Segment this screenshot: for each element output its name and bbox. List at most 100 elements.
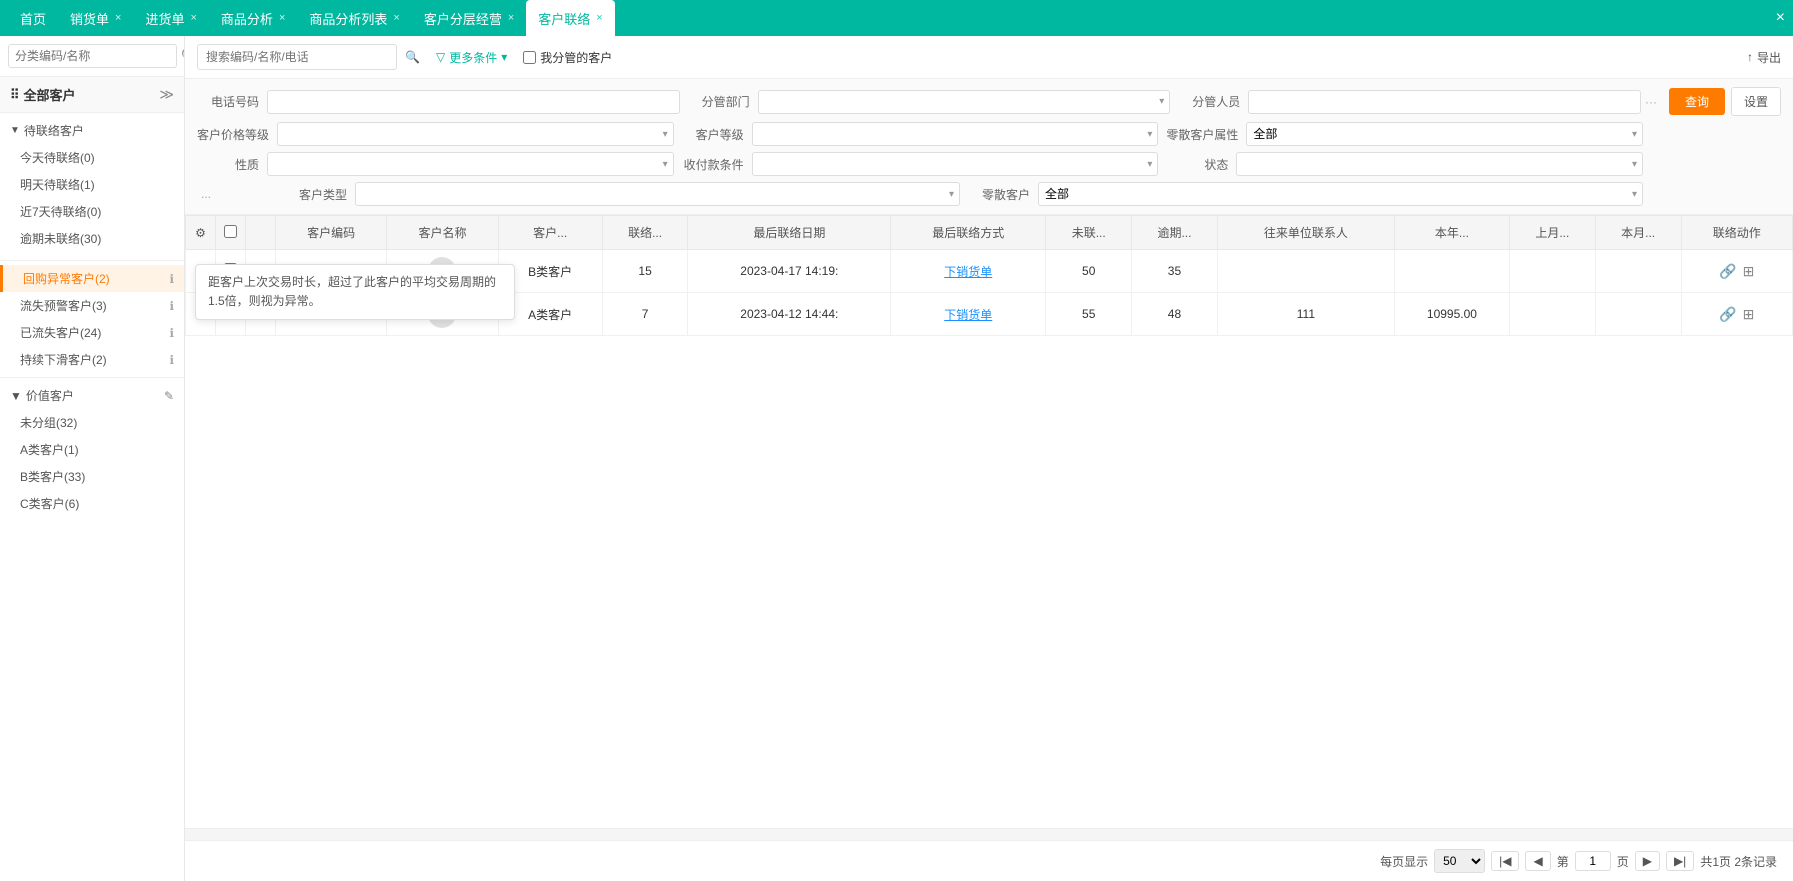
page-number-input[interactable] (1575, 851, 1611, 871)
col-customer-name: 客户名称 (387, 216, 498, 250)
row-this-month-0 (1595, 250, 1681, 293)
page-size-select[interactable]: 50 100 200 (1434, 849, 1485, 873)
action-link-icon-0[interactable]: 🔗 (1719, 263, 1736, 280)
status-select[interactable] (1236, 152, 1643, 176)
sidebar-class-a[interactable]: A类客户(1) (0, 436, 184, 463)
sidebar-tomorrow-contact[interactable]: 明天待联络(1) (0, 171, 184, 198)
col-customer-type: 客户... (498, 216, 602, 250)
select-all-checkbox[interactable] (224, 225, 237, 238)
chevron-down-icon: ▾ (501, 50, 507, 64)
row-not-contacted-0: 50 (1046, 250, 1132, 293)
action-link-icon-1[interactable]: 🔗 (1719, 306, 1736, 323)
next-page-button[interactable]: ▶ (1635, 851, 1660, 871)
prev-page-button[interactable]: ◀ (1525, 851, 1550, 871)
row-last-date-1: 2023-04-12 14:44: (688, 293, 891, 336)
row-last-month-1 (1509, 293, 1595, 336)
info-icon-4: ℹ (169, 353, 174, 367)
action-grid-icon-0[interactable]: ⊞ (1743, 263, 1755, 280)
sidebar-overdue-contact[interactable]: 逾期未联络(30) (0, 225, 184, 252)
close-product-list-icon[interactable]: × (393, 12, 399, 24)
close-purchase-icon[interactable]: × (190, 12, 196, 24)
nav-customer-contact[interactable]: 客户联络 × (526, 0, 614, 36)
close-customer-contact-icon[interactable]: × (596, 12, 602, 24)
sidebar-class-b[interactable]: B类客户(33) (0, 463, 184, 490)
payment-select[interactable] (752, 152, 1159, 176)
gender-select[interactable] (267, 152, 674, 176)
col-customer-code: 客户编码 (276, 216, 387, 250)
search-input[interactable] (197, 44, 397, 70)
retail-attr-select[interactable]: 全部 (1246, 122, 1643, 146)
grid-icon: ⠿ (10, 87, 20, 103)
close-product-analysis-icon[interactable]: × (279, 12, 285, 24)
sidebar-search-input[interactable] (8, 44, 177, 68)
customer-level-select[interactable] (752, 122, 1159, 146)
row-last-month-0 (1509, 250, 1595, 293)
retail-customer-select-wrap: 全部 ▾ (1038, 182, 1643, 206)
horizontal-scrollbar[interactable] (185, 828, 1793, 840)
settings-button[interactable]: 设置 (1731, 87, 1781, 116)
phone-input[interactable] (267, 90, 680, 114)
status-field: 状态 ▾ (1166, 152, 1643, 176)
sidebar-collapse-button[interactable]: ≫ (159, 86, 174, 103)
row-contact-person-0 (1217, 250, 1394, 293)
more-dots-icon[interactable]: ... (197, 187, 215, 201)
last-page-button[interactable]: ▶| (1666, 851, 1694, 871)
sidebar-class-c[interactable]: C类客户(6) (0, 490, 184, 517)
nav-home[interactable]: 首页 (8, 0, 58, 36)
person-input[interactable] (1248, 90, 1641, 114)
row-this-year-1: 10995.00 (1394, 293, 1509, 336)
row-contact-person-1: 111 (1217, 293, 1394, 336)
col-action: 联络动作 (1681, 216, 1792, 250)
filter-row-4: ... 客户类型 ▾ 零散客户 全部 ▾ (197, 182, 1781, 206)
close-all-tabs[interactable]: × (1776, 9, 1785, 27)
nav-customer-tier[interactable]: 客户分层经营 × (412, 0, 526, 36)
close-customer-tier-icon[interactable]: × (508, 12, 514, 24)
my-customers-checkbox[interactable]: 我分管的客户 (523, 49, 612, 66)
payment-field: 收付款条件 ▾ (682, 152, 1159, 176)
dept-select[interactable] (758, 90, 1171, 114)
customer-level-field: 客户等级 ▾ (682, 122, 1159, 146)
search-icon[interactable]: 🔍 (405, 50, 420, 64)
price-level-select[interactable] (277, 122, 674, 146)
first-page-button[interactable]: |◀ (1491, 851, 1519, 871)
nav-product-list[interactable]: 商品分析列表 × (297, 0, 411, 36)
action-grid-icon-1[interactable]: ⊞ (1743, 306, 1755, 323)
info-icon-3: ℹ (169, 326, 174, 340)
edit-value-group-icon[interactable]: ✎ (164, 389, 174, 403)
table-header-row: ⚙ 客户编码 客户名称 客户... (186, 216, 1793, 250)
sidebar-declining[interactable]: 持续下滑客户(2) ℹ (0, 346, 184, 373)
col-last-contact-date: 最后联络日期 (688, 216, 891, 250)
col-check (216, 216, 246, 250)
tooltip-box: 距客户上次交易时长，超过了此客户的平均交易周期的1.5倍，则视为异常。 (195, 264, 515, 320)
nav-sales[interactable]: 销货单 × (58, 0, 133, 36)
row-overdue-1: 48 (1132, 293, 1218, 336)
row-action-1: 🔗 ⊞ (1681, 293, 1792, 336)
person-more-icon[interactable]: ··· (1641, 95, 1661, 109)
col-settings[interactable]: ⚙ (186, 216, 216, 250)
sidebar-7day-contact[interactable]: 近7天待联络(0) (0, 198, 184, 225)
nav-product-analysis[interactable]: 商品分析 × (209, 0, 297, 36)
sidebar-churn-warning[interactable]: 流失预警客户(3) ℹ (0, 292, 184, 319)
row-contact-count-0: 15 (602, 250, 688, 293)
pagination: 每页显示 50 100 200 |◀ ◀ 第 页 ▶ ▶| 共1页 2条记录 (185, 840, 1793, 881)
sidebar-churned[interactable]: 已流失客户(24) ℹ (0, 319, 184, 346)
export-button[interactable]: ↑ 导出 (1747, 49, 1781, 66)
customer-type-select[interactable] (355, 182, 960, 206)
row-last-method-0[interactable]: 下销货单 (891, 250, 1046, 293)
retail-customer-select[interactable]: 全部 (1038, 182, 1643, 206)
info-icon-2: ℹ (169, 299, 174, 313)
pending-contact-group[interactable]: ▼ 待联络客户 (0, 117, 184, 144)
value-customer-header[interactable]: ▼ 价值客户 ✎ (0, 382, 184, 409)
row-not-contacted-1: 55 (1046, 293, 1132, 336)
row-last-method-1[interactable]: 下销货单 (891, 293, 1046, 336)
filter-icon: ▽ (436, 50, 445, 64)
sidebar-divider-1 (0, 260, 184, 261)
sidebar-ungrouped[interactable]: 未分组(32) (0, 409, 184, 436)
query-button[interactable]: 查询 (1669, 88, 1725, 115)
sidebar-repurchase-abnormal[interactable]: 回购异常客户(2) ℹ (0, 265, 184, 292)
filter-buttons: 查询 设置 (1669, 87, 1781, 116)
sidebar-today-contact[interactable]: 今天待联络(0) (0, 144, 184, 171)
nav-purchase[interactable]: 进货单 × (133, 0, 208, 36)
more-conditions-button[interactable]: ▽ 更多条件 ▾ (428, 45, 515, 70)
close-sales-icon[interactable]: × (115, 12, 121, 24)
